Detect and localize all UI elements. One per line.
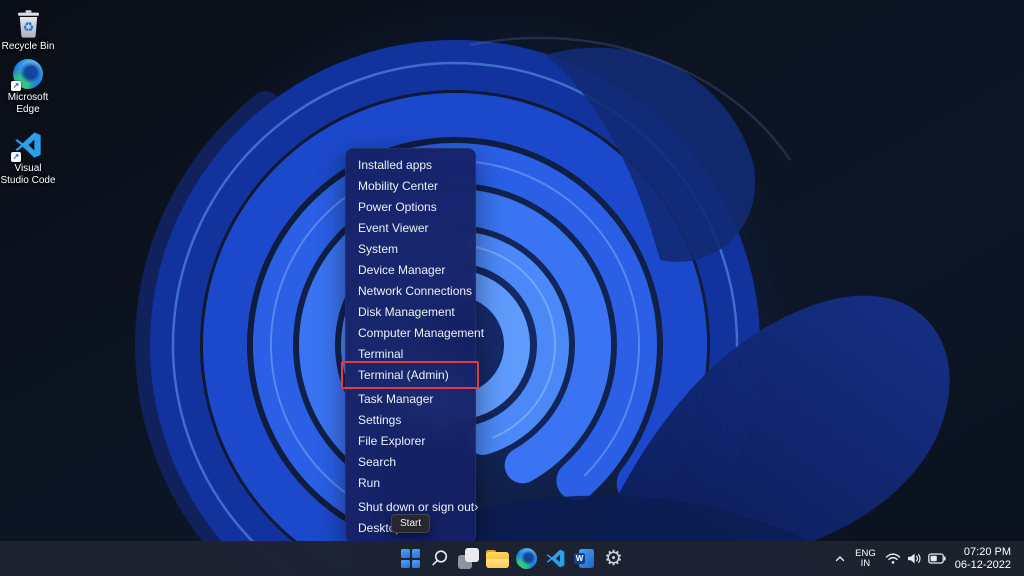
menu-item-label: Shut down or sign out [358, 499, 475, 514]
menu-item[interactable]: Settings [346, 409, 475, 430]
menu-item[interactable]: Event Viewer [346, 217, 475, 238]
menu-item-label: Disk Management [358, 304, 455, 319]
edge-button[interactable] [513, 545, 540, 572]
menu-item-label: Power Options [358, 199, 437, 214]
desktop-screen: ♻ Recycle Bin ↗ Microsoft Edge ↗ Visual … [0, 0, 1024, 576]
start-tooltip: Start [391, 514, 431, 533]
menu-item-label: Event Viewer [358, 220, 429, 235]
vscode-button[interactable] [542, 545, 569, 572]
word-button[interactable]: W [571, 545, 598, 572]
clock-date: 06-12-2022 [954, 558, 1011, 571]
taskbar-center-buttons: W ⚙ [397, 541, 627, 576]
search-icon [432, 550, 448, 566]
language-indicator[interactable]: ENG IN [855, 547, 876, 569]
menu-item[interactable]: Task Manager [346, 388, 475, 409]
windows-start-icon [401, 549, 420, 568]
bloom-wallpaper-art [0, 0, 1024, 576]
menu-item-label: Network Connections [358, 283, 473, 298]
menu-item[interactable]: Computer Management [346, 322, 484, 343]
desktop-icon-label: Recycle Bin [1, 41, 55, 52]
edge-icon [516, 548, 537, 569]
tray-status-icons[interactable] [885, 552, 946, 565]
menu-item-label: Search [358, 454, 397, 469]
menu-item-label: System [358, 241, 399, 256]
gear-icon: ⚙ [604, 547, 623, 570]
menu-item-label: Mobility Center [358, 178, 439, 193]
menu-item-label: Task Manager [358, 391, 434, 406]
settings-button[interactable]: ⚙ [600, 545, 627, 572]
task-view-icon [458, 548, 479, 569]
clock-time: 07:20 PM [963, 545, 1011, 558]
menu-item[interactable]: Search [346, 451, 475, 472]
battery-icon [927, 553, 946, 564]
menu-item[interactable]: Run [346, 472, 475, 493]
shortcut-arrow-icon: ↗ [11, 152, 21, 162]
desktop-icon-label: Microsoft Edge [7, 92, 49, 115]
winx-menu: Installed apps Mobility Center Power Opt… [345, 148, 484, 543]
speaker-icon [907, 553, 921, 564]
task-view-button[interactable] [455, 545, 482, 572]
file-explorer-button[interactable] [484, 545, 511, 572]
wallpaper [0, 0, 1024, 576]
folder-icon [486, 549, 509, 568]
menu-item-label: Run [358, 475, 381, 490]
wifi-icon [885, 553, 900, 564]
word-letter: W [574, 553, 585, 564]
desktop-icon-visual-studio-code[interactable]: ↗ Visual Studio Code [0, 129, 57, 186]
menu-item[interactable]: Device Manager [346, 259, 475, 280]
language-line1: ENG [855, 547, 876, 559]
menu-item[interactable]: Disk Management [346, 301, 475, 322]
menu-item-label: Terminal [358, 346, 404, 361]
tray-chevron-button[interactable] [834, 553, 846, 565]
desktop-icon-label: Visual Studio Code [0, 163, 56, 186]
search-button[interactable] [426, 545, 453, 572]
annotation-highlight-box [341, 361, 479, 389]
menu-item-label: Device Manager [358, 262, 446, 277]
submenu-chevron-icon: › [474, 499, 479, 514]
system-tray: ENG IN 07:20 PM 06-12-2022 [834, 541, 1024, 576]
start-button[interactable] [397, 545, 424, 572]
menu-item-label: Installed apps [358, 157, 433, 172]
start-tooltip-text: Start [400, 518, 422, 529]
shortcut-arrow-icon: ↗ [11, 81, 21, 91]
word-icon: W [574, 548, 595, 569]
menu-item-label: Computer Management [358, 325, 485, 340]
clock[interactable]: 07:20 PM 06-12-2022 [955, 546, 1011, 572]
menu-item[interactable]: File Explorer [346, 430, 475, 451]
vscode-icon [546, 549, 565, 568]
edge-icon: ↗ [11, 58, 44, 91]
menu-item-label: Settings [358, 412, 402, 427]
language-line2: IN [860, 557, 871, 569]
menu-item[interactable]: Installed apps [346, 154, 475, 175]
menu-item[interactable]: Power Options [346, 196, 475, 217]
menu-item[interactable]: Mobility Center [346, 175, 475, 196]
vscode-icon: ↗ [11, 129, 44, 162]
menu-item-label: File Explorer [358, 433, 426, 448]
chevron-up-icon [835, 555, 845, 561]
taskbar: W ⚙ ENG IN 07:20 PM 06-12-2022 [0, 541, 1024, 576]
desktop-icon-recycle-bin[interactable]: ♻ Recycle Bin [0, 7, 57, 53]
desktop-icon-microsoft-edge[interactable]: ↗ Microsoft Edge [0, 58, 57, 115]
svg-text:♻: ♻ [22, 19, 34, 34]
menu-item[interactable]: System [346, 238, 475, 259]
recycle-bin-icon: ♻ [12, 7, 44, 39]
menu-item[interactable]: Network Connections [346, 280, 475, 301]
